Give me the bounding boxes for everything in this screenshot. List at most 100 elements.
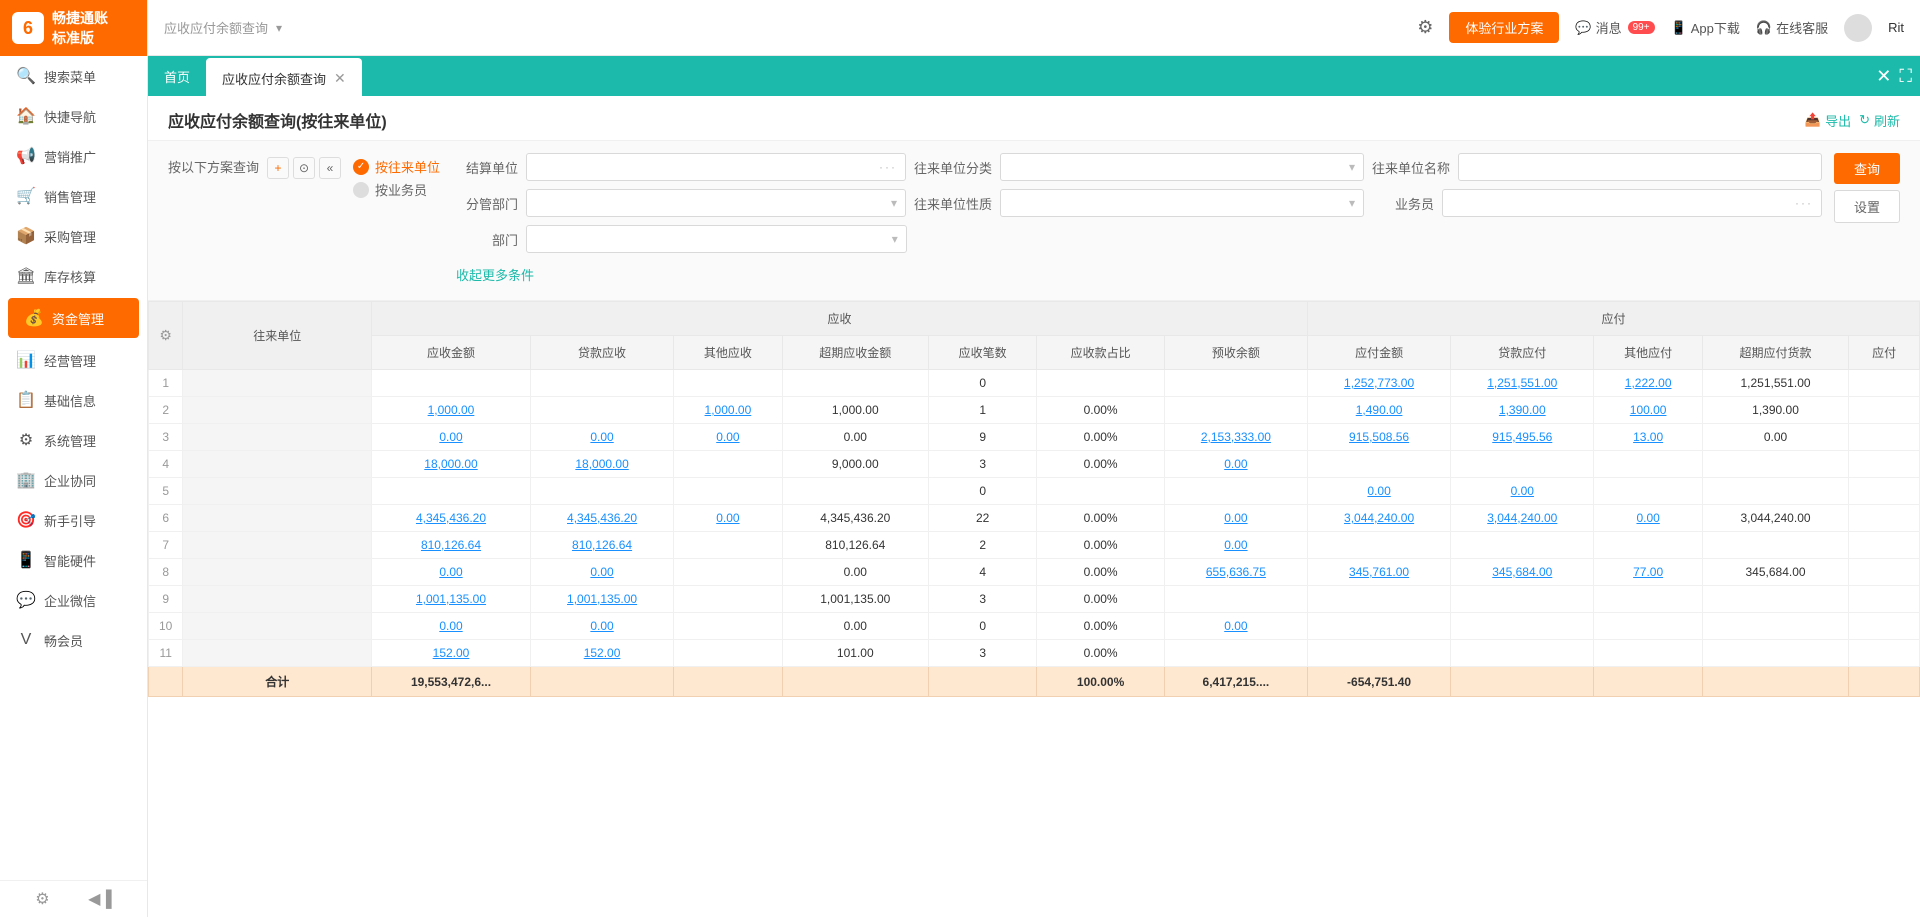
cell[interactable]: 1,490.00: [1307, 397, 1450, 424]
tab-expand-icon[interactable]: ⛶: [1899, 66, 1912, 87]
dept-manager-input[interactable]: ▾: [526, 189, 906, 217]
filter-config-button[interactable]: ⊙: [293, 157, 315, 179]
service-button[interactable]: 🎧 在线客服: [1756, 18, 1828, 37]
cell[interactable]: 915,495.56: [1451, 424, 1594, 451]
cell[interactable]: 2,153,333.00: [1164, 424, 1307, 451]
cell[interactable]: 0.00: [1164, 532, 1307, 559]
dept-label: 部门: [456, 230, 526, 249]
dept-input[interactable]: ▾: [526, 225, 907, 253]
cell[interactable]: 345,684.00: [1451, 559, 1594, 586]
collapse-sidebar-icon[interactable]: ◀▐: [88, 889, 112, 909]
sidebar-item-system[interactable]: ⚙ 系统管理: [0, 420, 147, 460]
query-button[interactable]: 查询: [1834, 153, 1900, 184]
cell[interactable]: 0.00: [372, 613, 531, 640]
unitname-input[interactable]: [1458, 153, 1822, 181]
cell[interactable]: 0.00: [530, 613, 673, 640]
cell[interactable]: 345,761.00: [1307, 559, 1450, 586]
logo-text: 畅捷通账 标准版: [52, 8, 108, 48]
sidebar-item-inventory[interactable]: 🏛 库存核算: [0, 256, 147, 296]
cell[interactable]: 3,044,240.00: [1307, 505, 1450, 532]
trial-button[interactable]: 体验行业方案: [1449, 12, 1559, 43]
cell[interactable]: 810,126.64: [530, 532, 673, 559]
tab-balance[interactable]: 应收应付余额查询 ✕: [206, 58, 362, 98]
cell[interactable]: 1,001,135.00: [530, 586, 673, 613]
setting-button[interactable]: 设置: [1834, 190, 1900, 223]
settlement-input[interactable]: ···: [526, 153, 906, 181]
cell[interactable]: 0.00: [530, 559, 673, 586]
cell[interactable]: 3,044,240.00: [1451, 505, 1594, 532]
sidebar-item-search[interactable]: 🔍 搜索菜单: [0, 56, 147, 96]
filter-row-3: 部门 ▾: [456, 225, 1822, 253]
sidebar-item-purchase[interactable]: 📦 采购管理: [0, 216, 147, 256]
user-avatar[interactable]: [1844, 14, 1872, 42]
cell[interactable]: 655,636.75: [1164, 559, 1307, 586]
cell[interactable]: 1,390.00: [1451, 397, 1594, 424]
cell[interactable]: 4,345,436.20: [372, 505, 531, 532]
cell[interactable]: 0.00: [372, 559, 531, 586]
table-settings-icon[interactable]: ⚙: [159, 327, 172, 343]
basic-icon: 📋: [16, 390, 36, 410]
collapse-btn[interactable]: 收起更多条件: [456, 261, 1822, 288]
cell[interactable]: 0.00: [530, 424, 673, 451]
cell[interactable]: 0.00: [674, 424, 783, 451]
clerk-input[interactable]: ···: [1442, 189, 1822, 217]
cell[interactable]: 0.00: [1307, 478, 1450, 505]
cell: [1164, 370, 1307, 397]
cell[interactable]: 1,252,773.00: [1307, 370, 1450, 397]
unitcat-input[interactable]: ▾: [1000, 153, 1364, 181]
unit-nature-input[interactable]: ▾: [1000, 189, 1364, 217]
cell[interactable]: 915,508.56: [1307, 424, 1450, 451]
cell[interactable]: 152.00: [530, 640, 673, 667]
tab-home[interactable]: 首页: [148, 56, 206, 96]
cell[interactable]: 1,222.00: [1594, 370, 1703, 397]
sidebar-item-enterprise[interactable]: 🏢 企业协同: [0, 460, 147, 500]
breadcrumb-dropdown-icon[interactable]: ▾: [276, 21, 282, 35]
sidebar-item-basic[interactable]: 📋 基础信息: [0, 380, 147, 420]
message-button[interactable]: 💬 消息 99+: [1575, 18, 1654, 37]
scheme-by-unit[interactable]: ✓ 按往来单位: [353, 157, 440, 176]
cell: [1164, 640, 1307, 667]
add-filter-button[interactable]: +: [267, 157, 289, 179]
filter-collapse-button[interactable]: «: [319, 157, 341, 179]
cell[interactable]: 0.00: [1164, 613, 1307, 640]
cell[interactable]: 810,126.64: [372, 532, 531, 559]
cell: [1451, 613, 1594, 640]
cell[interactable]: 1,000.00: [674, 397, 783, 424]
sidebar-item-wechat[interactable]: 💬 企业微信: [0, 580, 147, 620]
sidebar-item-quicknav[interactable]: 🏠 快捷导航: [0, 96, 147, 136]
cell[interactable]: 4,345,436.20: [530, 505, 673, 532]
sidebar-item-guide[interactable]: 🎯 新手引导: [0, 500, 147, 540]
cell[interactable]: 18,000.00: [372, 451, 531, 478]
sidebar-item-marketing[interactable]: 📢 营销推广: [0, 136, 147, 176]
cell[interactable]: 0.00: [1451, 478, 1594, 505]
sidebar-item-hardware[interactable]: 📱 智能硬件: [0, 540, 147, 580]
gear-button[interactable]: ⚙: [1417, 17, 1433, 38]
cell[interactable]: 18,000.00: [530, 451, 673, 478]
scheme-by-clerk[interactable]: 按业务员: [353, 180, 440, 199]
tab-close-icon[interactable]: ✕: [334, 70, 346, 87]
cell[interactable]: 1,251,551.00: [1451, 370, 1594, 397]
export-button[interactable]: 📤 导出: [1805, 111, 1851, 130]
refresh-button[interactable]: ↻ 刷新: [1859, 111, 1900, 130]
sidebar-item-finance[interactable]: 💰 资金管理: [8, 298, 139, 338]
settings-bottom-icon[interactable]: ⚙: [35, 889, 49, 909]
cell[interactable]: 0.00: [1164, 505, 1307, 532]
cell[interactable]: 1,000.00: [372, 397, 531, 424]
footer-ar-advance: 6,417,215....: [1164, 667, 1307, 697]
tab-close-window-icon[interactable]: ✕: [1876, 66, 1891, 87]
cell[interactable]: 0.00: [1164, 451, 1307, 478]
cell[interactable]: 0.00: [372, 424, 531, 451]
cell[interactable]: 77.00: [1594, 559, 1703, 586]
cell[interactable]: 100.00: [1594, 397, 1703, 424]
sidebar-item-sales[interactable]: 🛒 销售管理: [0, 176, 147, 216]
sidebar-item-vip[interactable]: V 畅会员: [0, 620, 147, 660]
sidebar-item-operations[interactable]: 📊 经营管理: [0, 340, 147, 380]
cell[interactable]: 1,001,135.00: [372, 586, 531, 613]
cell[interactable]: 13.00: [1594, 424, 1703, 451]
app-download-button[interactable]: 📱 App下载: [1671, 18, 1740, 37]
cell[interactable]: 0.00: [1594, 505, 1703, 532]
cell: [1451, 532, 1594, 559]
table-row: 9 1,001,135.00 1,001,135.00 1,001,135.00…: [149, 586, 1920, 613]
cell[interactable]: 152.00: [372, 640, 531, 667]
cell[interactable]: 0.00: [674, 505, 783, 532]
